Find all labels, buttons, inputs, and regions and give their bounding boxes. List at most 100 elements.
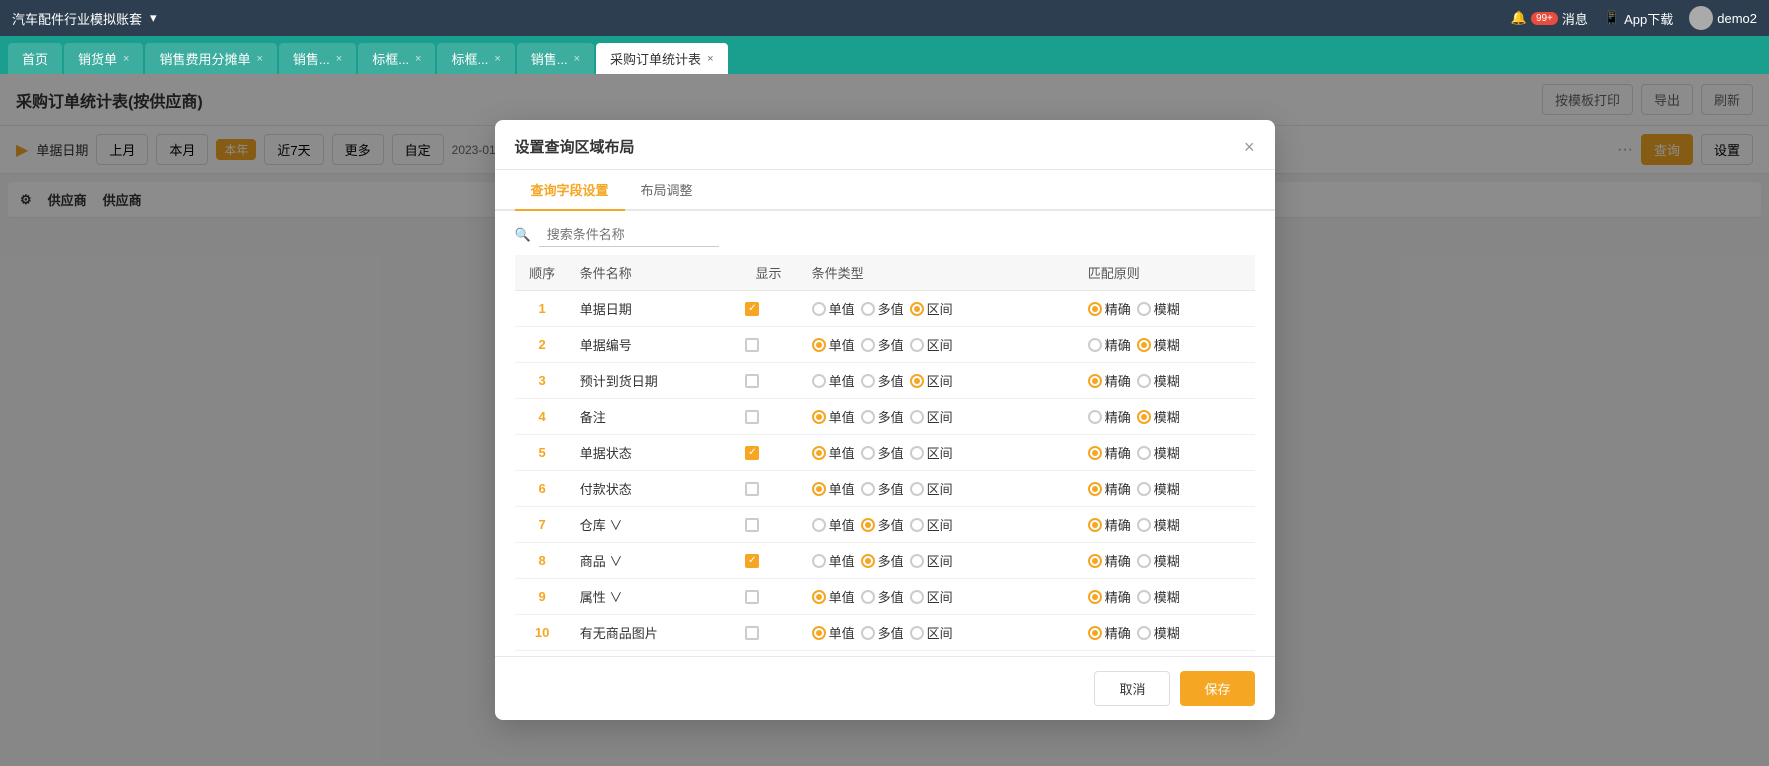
tab-sales-order-close[interactable]: × (123, 53, 129, 65)
tab-home[interactable]: 首页 (8, 43, 62, 74)
match-radio-item-模糊[interactable]: 模糊 (1137, 299, 1180, 318)
notification-btn[interactable]: 🔔 99+ 消息 (1511, 9, 1588, 28)
match-radio-item-模糊[interactable]: 模糊 (1137, 407, 1180, 426)
tab-5-close[interactable]: × (494, 53, 500, 65)
display-checkbox[interactable]: ✓ (745, 554, 759, 568)
match-radio-item-精确[interactable]: 精确 (1088, 587, 1131, 606)
tab-4[interactable]: 标框... × (358, 43, 435, 74)
match-radio-item-精确[interactable]: 精确 (1088, 515, 1131, 534)
tab-3-close[interactable]: × (336, 53, 342, 65)
tab-6[interactable]: 销售... × (517, 43, 594, 74)
cell-display[interactable] (735, 363, 801, 399)
cell-display[interactable] (735, 579, 801, 615)
tab-6-close[interactable]: × (574, 53, 580, 65)
display-checkbox[interactable]: ✓ (745, 302, 759, 316)
match-radio-item-精确[interactable]: 精确 (1088, 299, 1131, 318)
display-checkbox[interactable] (745, 482, 759, 496)
type-radio-item-区间[interactable]: 区间 (910, 407, 953, 426)
match-radio-item-精确[interactable]: 精确 (1088, 407, 1131, 426)
tab-purchase-stats-close[interactable]: × (707, 53, 713, 65)
dialog-close-button[interactable]: × (1244, 138, 1255, 156)
type-radio-item-区间[interactable]: 区间 (910, 623, 953, 642)
type-radio-item-多值[interactable]: 多值 (861, 479, 904, 498)
type-radio-item-单值[interactable]: 单值 (812, 443, 855, 462)
type-radio-item-多值[interactable]: 多值 (861, 587, 904, 606)
tab-purchase-stats[interactable]: 采购订单统计表 × (596, 43, 727, 74)
seq-number: 1 (538, 301, 545, 316)
tab-3[interactable]: 销售... × (279, 43, 356, 74)
cell-display[interactable] (735, 327, 801, 363)
type-radio-item-区间[interactable]: 区间 (910, 335, 953, 354)
tab-4-close[interactable]: × (415, 53, 421, 65)
display-checkbox[interactable] (745, 410, 759, 424)
match-radio-item-精确[interactable]: 精确 (1088, 371, 1131, 390)
type-radio-item-单值[interactable]: 单值 (812, 407, 855, 426)
type-radio-item-多值[interactable]: 多值 (861, 299, 904, 318)
radio-label: 单值 (829, 335, 855, 354)
match-radio-item-模糊[interactable]: 模糊 (1137, 587, 1180, 606)
radio-label: 模糊 (1154, 515, 1180, 534)
display-checkbox[interactable] (745, 518, 759, 532)
type-radio-item-单值[interactable]: 单值 (812, 587, 855, 606)
search-input[interactable] (539, 223, 719, 247)
type-radio-item-区间[interactable]: 区间 (910, 551, 953, 570)
type-radio-item-多值[interactable]: 多值 (861, 551, 904, 570)
cell-display[interactable]: ✓ (735, 543, 801, 579)
match-radio-item-模糊[interactable]: 模糊 (1137, 371, 1180, 390)
match-radio-item-精确[interactable]: 精确 (1088, 623, 1131, 642)
user-avatar[interactable]: demo2 (1689, 6, 1757, 30)
type-radio-item-区间[interactable]: 区间 (910, 479, 953, 498)
type-radio-item-单值[interactable]: 单值 (812, 479, 855, 498)
display-checkbox[interactable] (745, 338, 759, 352)
type-radio-item-多值[interactable]: 多值 (861, 371, 904, 390)
type-radio-item-区间[interactable]: 区间 (910, 587, 953, 606)
match-radio-item-模糊[interactable]: 模糊 (1137, 623, 1180, 642)
dialog-tab-layout[interactable]: 布局调整 (625, 170, 709, 211)
cell-display[interactable] (735, 615, 801, 651)
type-radio-item-区间[interactable]: 区间 (910, 443, 953, 462)
radio-circle (1088, 338, 1102, 352)
match-radio-item-精确[interactable]: 精确 (1088, 443, 1131, 462)
tab-sales-order[interactable]: 销货单 × (64, 43, 143, 74)
tab-sales-expense[interactable]: 销售费用分摊单 × (145, 43, 276, 74)
type-radio-item-多值[interactable]: 多值 (861, 407, 904, 426)
display-checkbox[interactable] (745, 374, 759, 388)
cancel-button[interactable]: 取消 (1094, 671, 1170, 706)
match-radio-group: 精确模糊 (1088, 443, 1245, 462)
cell-display[interactable] (735, 507, 801, 543)
display-checkbox[interactable]: ✓ (745, 446, 759, 460)
type-radio-item-区间[interactable]: 区间 (910, 371, 953, 390)
match-radio-item-模糊[interactable]: 模糊 (1137, 443, 1180, 462)
type-radio-item-单值[interactable]: 单值 (812, 515, 855, 534)
cell-display[interactable] (735, 471, 801, 507)
match-radio-item-模糊[interactable]: 模糊 (1137, 335, 1180, 354)
tab-5[interactable]: 标框... × (437, 43, 514, 74)
match-radio-item-模糊[interactable]: 模糊 (1137, 551, 1180, 570)
match-radio-item-精确[interactable]: 精确 (1088, 335, 1131, 354)
match-radio-item-模糊[interactable]: 模糊 (1137, 479, 1180, 498)
type-radio-item-单值[interactable]: 单值 (812, 371, 855, 390)
type-radio-item-区间[interactable]: 区间 (910, 299, 953, 318)
type-radio-item-多值[interactable]: 多值 (861, 515, 904, 534)
download-btn[interactable]: 📱 App下载 (1604, 9, 1673, 28)
tab-sales-expense-close[interactable]: × (256, 53, 262, 65)
type-radio-item-多值[interactable]: 多值 (861, 443, 904, 462)
save-button[interactable]: 保存 (1180, 671, 1254, 706)
cell-display[interactable]: ✓ (735, 435, 801, 471)
match-radio-item-精确[interactable]: 精确 (1088, 479, 1131, 498)
match-radio-item-精确[interactable]: 精确 (1088, 551, 1131, 570)
display-checkbox[interactable] (745, 590, 759, 604)
type-radio-item-多值[interactable]: 多值 (861, 623, 904, 642)
match-radio-item-模糊[interactable]: 模糊 (1137, 515, 1180, 534)
cell-display[interactable] (735, 399, 801, 435)
type-radio-item-单值[interactable]: 单值 (812, 299, 855, 318)
type-radio-item-单值[interactable]: 单值 (812, 551, 855, 570)
dropdown-icon[interactable]: ▾ (150, 10, 157, 26)
display-checkbox[interactable] (745, 626, 759, 640)
type-radio-item-多值[interactable]: 多值 (861, 335, 904, 354)
cell-display[interactable]: ✓ (735, 291, 801, 327)
type-radio-item-区间[interactable]: 区间 (910, 515, 953, 534)
type-radio-item-单值[interactable]: 单值 (812, 335, 855, 354)
type-radio-item-单值[interactable]: 单值 (812, 623, 855, 642)
dialog-tab-query-fields[interactable]: 查询字段设置 (515, 170, 625, 211)
